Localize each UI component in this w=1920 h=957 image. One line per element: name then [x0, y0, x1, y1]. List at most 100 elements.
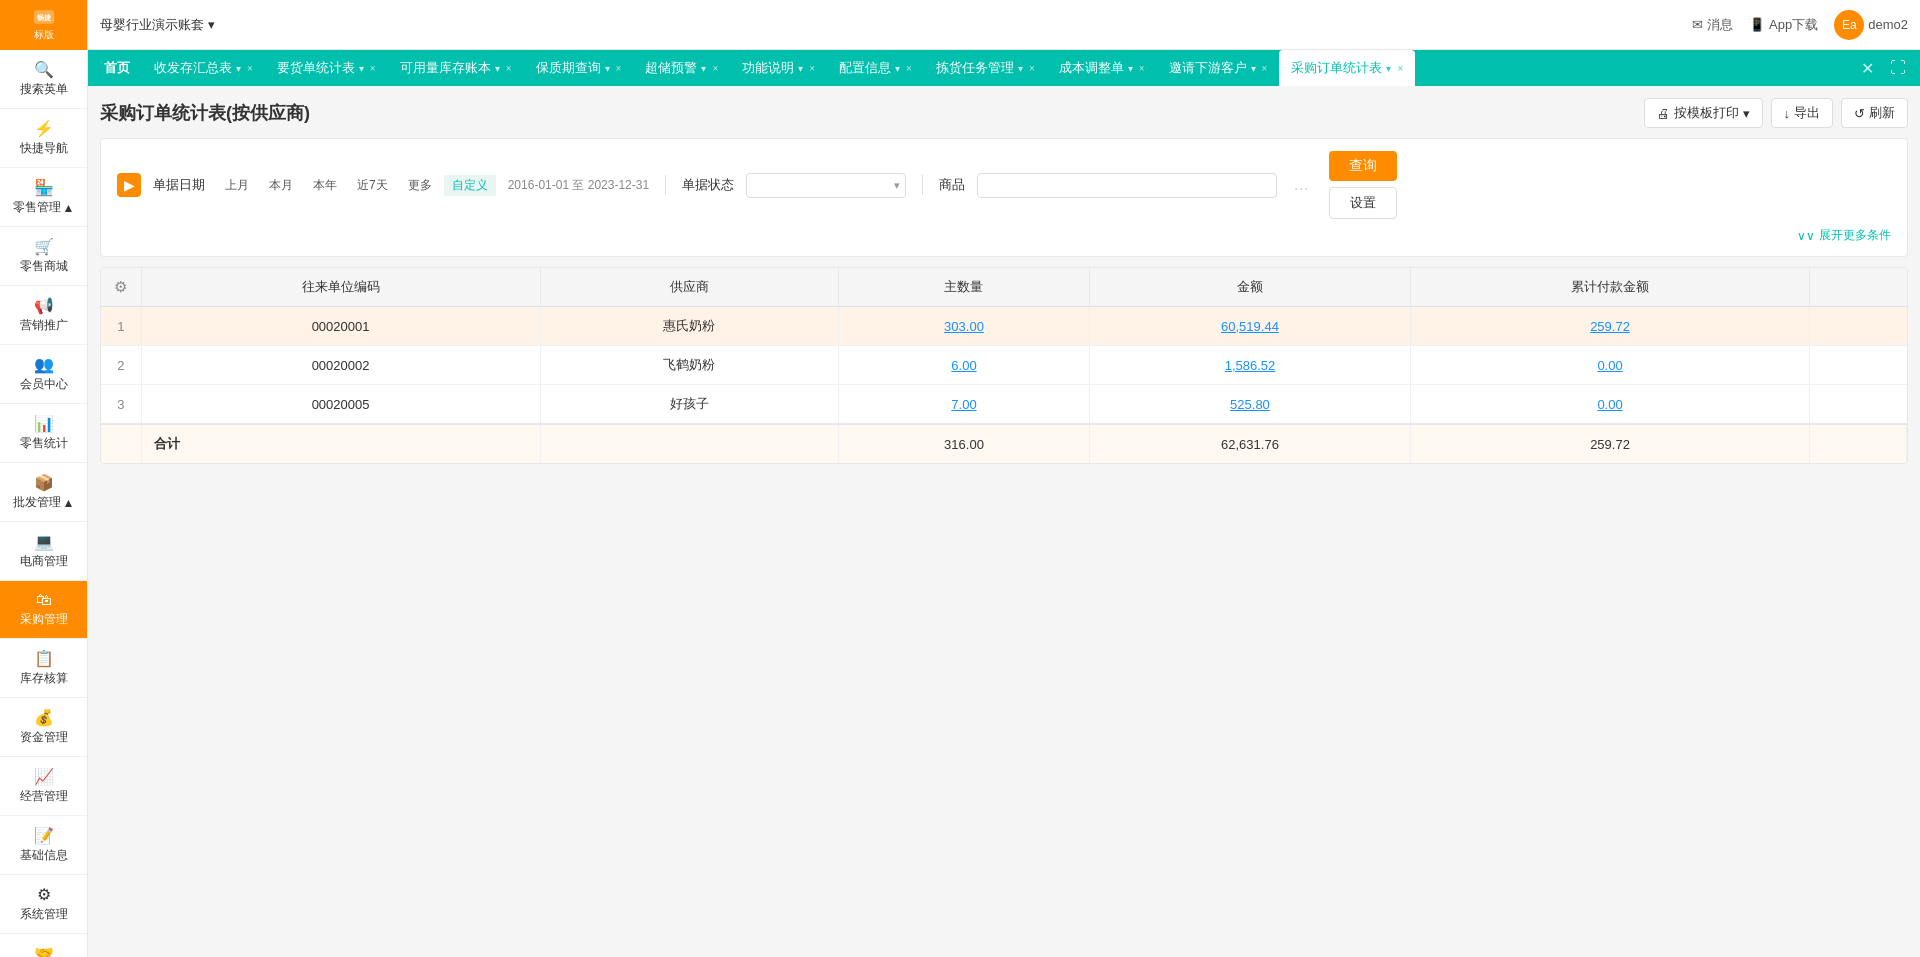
tab-cost-adj[interactable]: 成本调整单 ▾ × [1047, 50, 1157, 86]
row-extra-3 [1810, 385, 1907, 425]
app-download-button[interactable]: 📱 App下载 [1749, 16, 1818, 34]
filter-divider2 [922, 175, 923, 195]
table-container: ⚙ 往来单位编码 供应商 主数量 金额 累计付款金额 1 00020001 [100, 267, 1908, 464]
close-all-tabs-button[interactable]: ✕ [1855, 57, 1880, 80]
export-button[interactable]: ↓ 导出 [1771, 98, 1834, 128]
filter-row: ▶ 单据日期 上月 本月 本年 近7天 更多 自定义 2016-01-01 至 … [117, 151, 1891, 219]
expand-more-button[interactable]: ∨∨ 展开更多条件 [1797, 227, 1891, 244]
row-paid-1[interactable]: 259.72 [1410, 307, 1809, 346]
goods-more-icon[interactable]: … [1293, 176, 1309, 194]
date-shortcut-this-year[interactable]: 本年 [305, 175, 345, 196]
restore-window-button[interactable]: ⛶ [1884, 57, 1912, 79]
download-icon: 📱 [1749, 17, 1765, 32]
topbar: 母婴行业演示账套 ▾ ✉ 消息 📱 App下载 Ea demo2 [88, 0, 1920, 50]
date-shortcut-this-month[interactable]: 本月 [261, 175, 301, 196]
row-amount-1[interactable]: 60,519.44 [1089, 307, 1410, 346]
status-select-wrap [746, 173, 906, 198]
th-empty [1810, 268, 1907, 307]
tab-collection[interactable]: 收发存汇总表 ▾ × [142, 50, 265, 86]
tab-close-icon11[interactable]: × [1397, 63, 1403, 74]
date-shortcut-last-month[interactable]: 上月 [217, 175, 257, 196]
tab-close-icon3[interactable]: × [506, 63, 512, 74]
tab-close-icon[interactable]: × [247, 63, 253, 74]
row-num-2: 2 [101, 346, 141, 385]
row-qty-1[interactable]: 303.00 [839, 307, 1090, 346]
sidebar-item-member[interactable]: 👥 会员中心 [0, 345, 87, 404]
tab-close-icon7[interactable]: × [906, 63, 912, 74]
filter-divider [665, 175, 666, 195]
tab-available-stock[interactable]: 可用量库存账本 ▾ × [388, 50, 524, 86]
row-qty-2[interactable]: 6.00 [839, 346, 1090, 385]
th-settings[interactable]: ⚙ [101, 268, 141, 307]
row-paid-2[interactable]: 0.00 [1410, 346, 1809, 385]
tab-overstock[interactable]: 超储预警 ▾ × [633, 50, 730, 86]
sidebar-item-search[interactable]: 🔍 搜索英单 [0, 50, 87, 109]
tab-config[interactable]: 配置信息 ▾ × [827, 50, 924, 86]
sidebar-item-quick-nav[interactable]: ⚡ 快捷导航 [0, 109, 87, 168]
table-row: 2 00020002 飞鹤奶粉 6.00 1,586.52 0.00 [101, 346, 1907, 385]
tab-close-icon4[interactable]: × [616, 63, 622, 74]
print-button[interactable]: 🖨 按模板打印 ▾ [1644, 98, 1763, 128]
tab-func-desc[interactable]: 功能说明 ▾ × [730, 50, 827, 86]
tab-pick-task[interactable]: 拣货任务管理 ▾ × [924, 50, 1047, 86]
sidebar-item-sys-mgmt[interactable]: ⚙ 系统管理 [0, 875, 87, 934]
user-profile[interactable]: Ea demo2 [1834, 10, 1908, 40]
print-dropdown-icon: ▾ [1743, 106, 1750, 121]
footer-qty: 316.00 [839, 424, 1090, 463]
workspace-selector[interactable]: 母婴行业演示账套 ▾ [100, 16, 260, 34]
enterprise-icon: 🤝 [34, 944, 54, 957]
row-qty-3[interactable]: 7.00 [839, 385, 1090, 425]
date-label: 单据日期 [153, 176, 205, 194]
date-custom-tag[interactable]: 自定义 [444, 175, 496, 196]
sidebar-item-inventory[interactable]: 📋 库存核算 [0, 639, 87, 698]
tab-home[interactable]: 首页 [92, 50, 142, 86]
message-button[interactable]: ✉ 消息 [1692, 16, 1733, 34]
sidebar-item-retail-mall[interactable]: 🛒 零售商城 [0, 227, 87, 286]
goods-input[interactable] [977, 173, 1277, 198]
row-amount-2[interactable]: 1,586.52 [1089, 346, 1410, 385]
table-gear-icon[interactable]: ⚙ [114, 278, 127, 295]
ops-icon: 📈 [34, 767, 54, 786]
nav-tabs-right: ✕ ⛶ [1855, 57, 1916, 80]
status-select[interactable] [746, 173, 906, 198]
tab-purchase-stat[interactable]: 要货单统计表 ▾ × [265, 50, 388, 86]
sidebar-item-purchase[interactable]: 🛍 采购管理 [0, 581, 87, 639]
tab-close-icon8[interactable]: × [1029, 63, 1035, 74]
tab-po-stat[interactable]: 采购订单统计表 ▾ × [1279, 50, 1415, 86]
sidebar-item-retail-mgmt[interactable]: 🏪 零售管理 ▲ [0, 168, 87, 227]
sidebar-item-finance[interactable]: 💰 资金管理 [0, 698, 87, 757]
status-label: 单据状态 [682, 176, 734, 194]
table-footer-row: 合计 316.00 62,631.76 259.72 [101, 424, 1907, 463]
row-paid-3[interactable]: 0.00 [1410, 385, 1809, 425]
date-shortcut-more[interactable]: 更多 [400, 175, 440, 196]
tab-dropdown-icon: ▾ [236, 63, 241, 74]
row-num-1: 1 [101, 307, 141, 346]
filter-collapse-button[interactable]: ▶ [117, 173, 141, 197]
tab-close-icon2[interactable]: × [370, 63, 376, 74]
sidebar-item-wholesale[interactable]: 📦 批发管理 ▲ [0, 463, 87, 522]
tab-close-icon5[interactable]: × [712, 63, 718, 74]
sidebar-item-base-info[interactable]: 📝 基础信息 [0, 816, 87, 875]
sidebar-item-ops[interactable]: 📈 经营管理 [0, 757, 87, 816]
finance-icon: 💰 [34, 708, 54, 727]
tab-invite-customer[interactable]: 邀请下游客户 ▾ × [1157, 50, 1280, 86]
tab-close-icon9[interactable]: × [1139, 63, 1145, 74]
sidebar-item-enterprise[interactable]: 🤝 企业协同 [0, 934, 87, 957]
workspace-name: 母婴行业演示账套 [100, 16, 204, 34]
query-button[interactable]: 查询 [1329, 151, 1397, 181]
sidebar-item-marketing[interactable]: 📢 营销推广 [0, 286, 87, 345]
tab-close-icon6[interactable]: × [809, 63, 815, 74]
settings-button[interactable]: 设置 [1329, 187, 1397, 219]
row-num-3: 3 [101, 385, 141, 425]
sidebar: 畅捷 标版 🔍 搜索英单 ⚡ 快捷导航 🏪 零售管理 ▲ 🛒 零售商城 📢 营销… [0, 0, 88, 957]
row-amount-3[interactable]: 525.80 [1089, 385, 1410, 425]
refresh-button[interactable]: ↺ 刷新 [1841, 98, 1908, 128]
sidebar-item-ecommerce[interactable]: 💻 电商管理 [0, 522, 87, 581]
footer-label: 合计 [141, 424, 540, 463]
sidebar-item-retail-stat[interactable]: 📊 零售统计 [0, 404, 87, 463]
date-shortcut-7days[interactable]: 近7天 [349, 175, 396, 196]
page-content: 采购订单统计表(按供应商) 🖨 按模板打印 ▾ ↓ 导出 ↺ 刷新 [88, 86, 1920, 957]
tab-close-icon10[interactable]: × [1262, 63, 1268, 74]
tab-warranty[interactable]: 保质期查询 ▾ × [524, 50, 634, 86]
marketing-icon: 📢 [34, 296, 54, 315]
